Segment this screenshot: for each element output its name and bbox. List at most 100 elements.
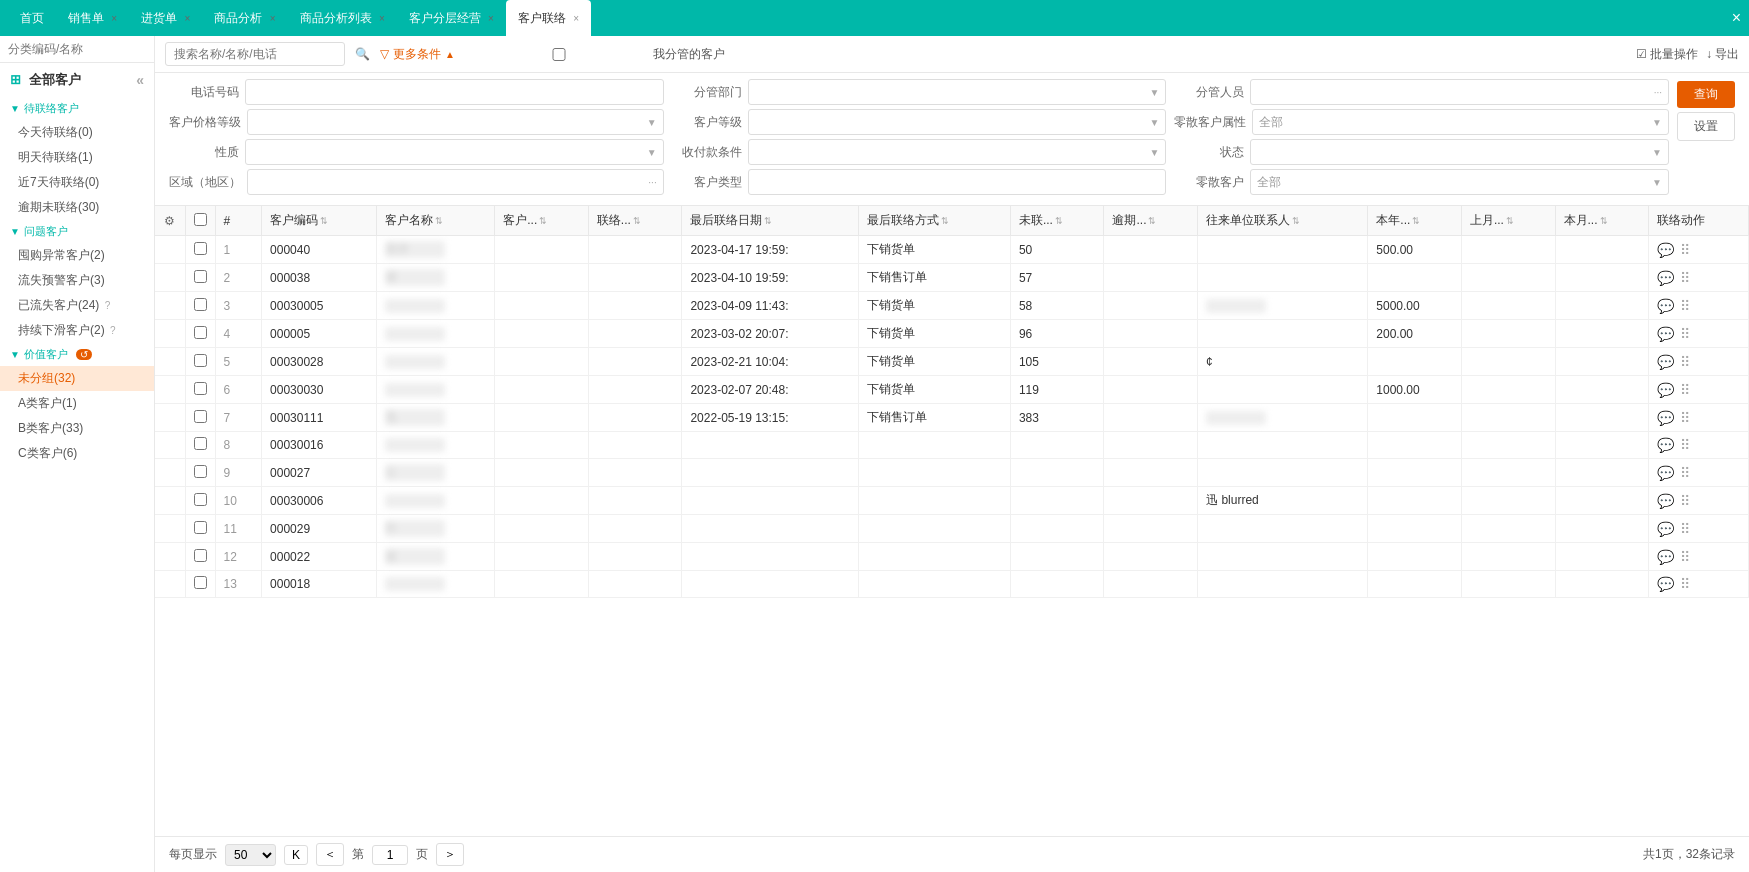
last-method-link[interactable]: 下销货单 xyxy=(867,298,915,312)
price-level-select[interactable]: ▼ xyxy=(247,109,664,135)
retail-customer-select[interactable]: 全部▼ xyxy=(1250,169,1669,195)
last-method-link[interactable]: 下销货单 xyxy=(867,242,915,256)
last-method-link[interactable]: 下销货单 xyxy=(867,354,915,368)
chat-icon[interactable]: 💬 xyxy=(1657,465,1674,481)
th-overdue[interactable]: 逾期... ⇅ xyxy=(1104,206,1198,236)
row-checkbox[interactable] xyxy=(194,437,207,450)
more-icon[interactable]: ⠿ xyxy=(1680,549,1690,565)
sidebar-item-a-class[interactable]: A类客户(1) xyxy=(0,391,154,416)
row-checkbox[interactable] xyxy=(194,354,207,367)
sidebar-section-problem[interactable]: ▼ 问题客户 xyxy=(0,220,154,243)
dept-select[interactable]: ▼ xyxy=(748,79,1167,105)
sidebar-item-declining[interactable]: 持续下滑客户(2) ? xyxy=(0,318,154,343)
more-icon[interactable]: ⠿ xyxy=(1680,242,1690,258)
last-method-link[interactable]: 下销货单 xyxy=(867,326,915,340)
nav-home[interactable]: 首页 xyxy=(8,0,56,36)
more-icon[interactable]: ⠿ xyxy=(1680,326,1690,342)
batch-op-btn[interactable]: ☑ 批量操作 xyxy=(1636,46,1698,63)
sidebar-item-ungroup[interactable]: 未分组(32) xyxy=(0,366,154,391)
chat-icon[interactable]: 💬 xyxy=(1657,354,1674,370)
status-select[interactable]: ▼ xyxy=(1250,139,1669,165)
close-all-tabs[interactable]: × xyxy=(1732,9,1741,27)
my-customers-checkbox[interactable] xyxy=(469,48,649,61)
export-btn[interactable]: ↓ 导出 xyxy=(1706,46,1739,63)
next-page-btn[interactable]: ＞ xyxy=(436,843,464,866)
chat-icon[interactable]: 💬 xyxy=(1657,549,1674,565)
chat-icon[interactable]: 💬 xyxy=(1657,437,1674,453)
sidebar-item-overdue[interactable]: 逾期未联络(30) xyxy=(0,195,154,220)
nav-product-analysis[interactable]: 商品分析 × xyxy=(202,0,287,36)
more-icon[interactable]: ⠿ xyxy=(1680,410,1690,426)
table-settings-th[interactable]: ⚙ xyxy=(155,206,185,236)
th-contact[interactable]: 联络... ⇅ xyxy=(588,206,682,236)
sidebar-item-7days[interactable]: 近7天待联络(0) xyxy=(0,170,154,195)
th-last-method[interactable]: 最后联络方式 ⇅ xyxy=(859,206,1011,236)
nav-sales[interactable]: 销售单 × xyxy=(56,0,129,36)
phone-input[interactable] xyxy=(245,79,664,105)
more-icon[interactable]: ⠿ xyxy=(1680,354,1690,370)
more-icon[interactable]: ⠿ xyxy=(1680,437,1690,453)
row-checkbox[interactable] xyxy=(194,382,207,395)
th-type[interactable]: 客户... ⇅ xyxy=(495,206,589,236)
more-icon[interactable]: ⠿ xyxy=(1680,521,1690,537)
prev-page-btn[interactable]: ＜ xyxy=(316,843,344,866)
nav-purchase[interactable]: 进货单 × xyxy=(129,0,202,36)
more-icon[interactable]: ⠿ xyxy=(1680,270,1690,286)
last-method-link[interactable]: 下销售订单 xyxy=(867,270,927,284)
page-size-select[interactable]: 50 10 20 100 xyxy=(225,844,276,866)
sidebar-item-churned[interactable]: 已流失客户(24) ? xyxy=(0,293,154,318)
row-checkbox[interactable] xyxy=(194,270,207,283)
region-select[interactable]: ··· xyxy=(247,169,664,195)
chat-icon[interactable]: 💬 xyxy=(1657,382,1674,398)
first-page-btn[interactable]: K xyxy=(284,845,308,865)
th-code[interactable]: 客户编码 ⇅ xyxy=(262,206,377,236)
chat-icon[interactable]: 💬 xyxy=(1657,576,1674,592)
search-input[interactable] xyxy=(165,42,345,66)
row-checkbox[interactable] xyxy=(194,493,207,506)
nav-product-analysis-close[interactable]: × xyxy=(270,13,276,24)
sidebar-item-b-class[interactable]: B类客户(33) xyxy=(0,416,154,441)
more-icon[interactable]: ⠿ xyxy=(1680,382,1690,398)
page-number-input[interactable] xyxy=(372,845,408,865)
payment-select[interactable]: ▼ xyxy=(748,139,1167,165)
row-checkbox[interactable] xyxy=(194,549,207,562)
chat-icon[interactable]: 💬 xyxy=(1657,493,1674,509)
sidebar-item-hoarding[interactable]: 囤购异常客户(2) xyxy=(0,243,154,268)
th-contact-person[interactable]: 往来单位联系人 ⇅ xyxy=(1198,206,1368,236)
nav-product-analysis-list[interactable]: 商品分析列表 × xyxy=(288,0,397,36)
th-name[interactable]: 客户名称 ⇅ xyxy=(377,206,495,236)
nav-customer-contact[interactable]: 客户联络 × xyxy=(506,0,591,36)
sidebar-item-churn-warning[interactable]: 流失预警客户(3) xyxy=(0,268,154,293)
more-icon[interactable]: ⠿ xyxy=(1680,298,1690,314)
more-filters-btn[interactable]: ▽ 更多条件 ▲ xyxy=(380,46,455,63)
customer-type-select[interactable] xyxy=(748,169,1167,195)
sidebar-all-customers[interactable]: ⊞ 全部客户 « xyxy=(0,63,154,97)
customer-level-select[interactable]: ▼ xyxy=(748,109,1167,135)
chat-icon[interactable]: 💬 xyxy=(1657,326,1674,342)
chat-icon[interactable]: 💬 xyxy=(1657,521,1674,537)
sidebar-item-tomorrow[interactable]: 明天待联络(1) xyxy=(0,145,154,170)
last-method-link[interactable]: 下销货单 xyxy=(867,382,915,396)
more-icon[interactable]: ⠿ xyxy=(1680,465,1690,481)
row-checkbox[interactable] xyxy=(194,326,207,339)
row-checkbox[interactable] xyxy=(194,242,207,255)
search-icon[interactable]: 🔍 xyxy=(355,47,370,61)
nav-customer-segment-close[interactable]: × xyxy=(488,13,494,24)
more-icon[interactable]: ⠿ xyxy=(1680,493,1690,509)
chat-icon[interactable]: 💬 xyxy=(1657,298,1674,314)
sidebar-section-pending[interactable]: ▼ 待联络客户 xyxy=(0,97,154,120)
query-button[interactable]: 查询 xyxy=(1677,81,1735,108)
nav-customer-contact-close[interactable]: × xyxy=(573,13,579,24)
row-checkbox[interactable] xyxy=(194,298,207,311)
nav-sales-close[interactable]: × xyxy=(111,13,117,24)
retail-attr-select[interactable]: 全部▼ xyxy=(1252,109,1669,135)
nature-select[interactable]: ▼ xyxy=(245,139,664,165)
sidebar-search-input[interactable] xyxy=(8,42,155,56)
th-this-month[interactable]: 本月... ⇅ xyxy=(1555,206,1649,236)
row-checkbox[interactable] xyxy=(194,465,207,478)
sidebar-item-c-class[interactable]: C类客户(6) xyxy=(0,441,154,466)
row-checkbox[interactable] xyxy=(194,521,207,534)
nav-purchase-close[interactable]: × xyxy=(185,13,191,24)
th-this-year[interactable]: 本年... ⇅ xyxy=(1368,206,1462,236)
reset-button[interactable]: 设置 xyxy=(1677,112,1735,141)
